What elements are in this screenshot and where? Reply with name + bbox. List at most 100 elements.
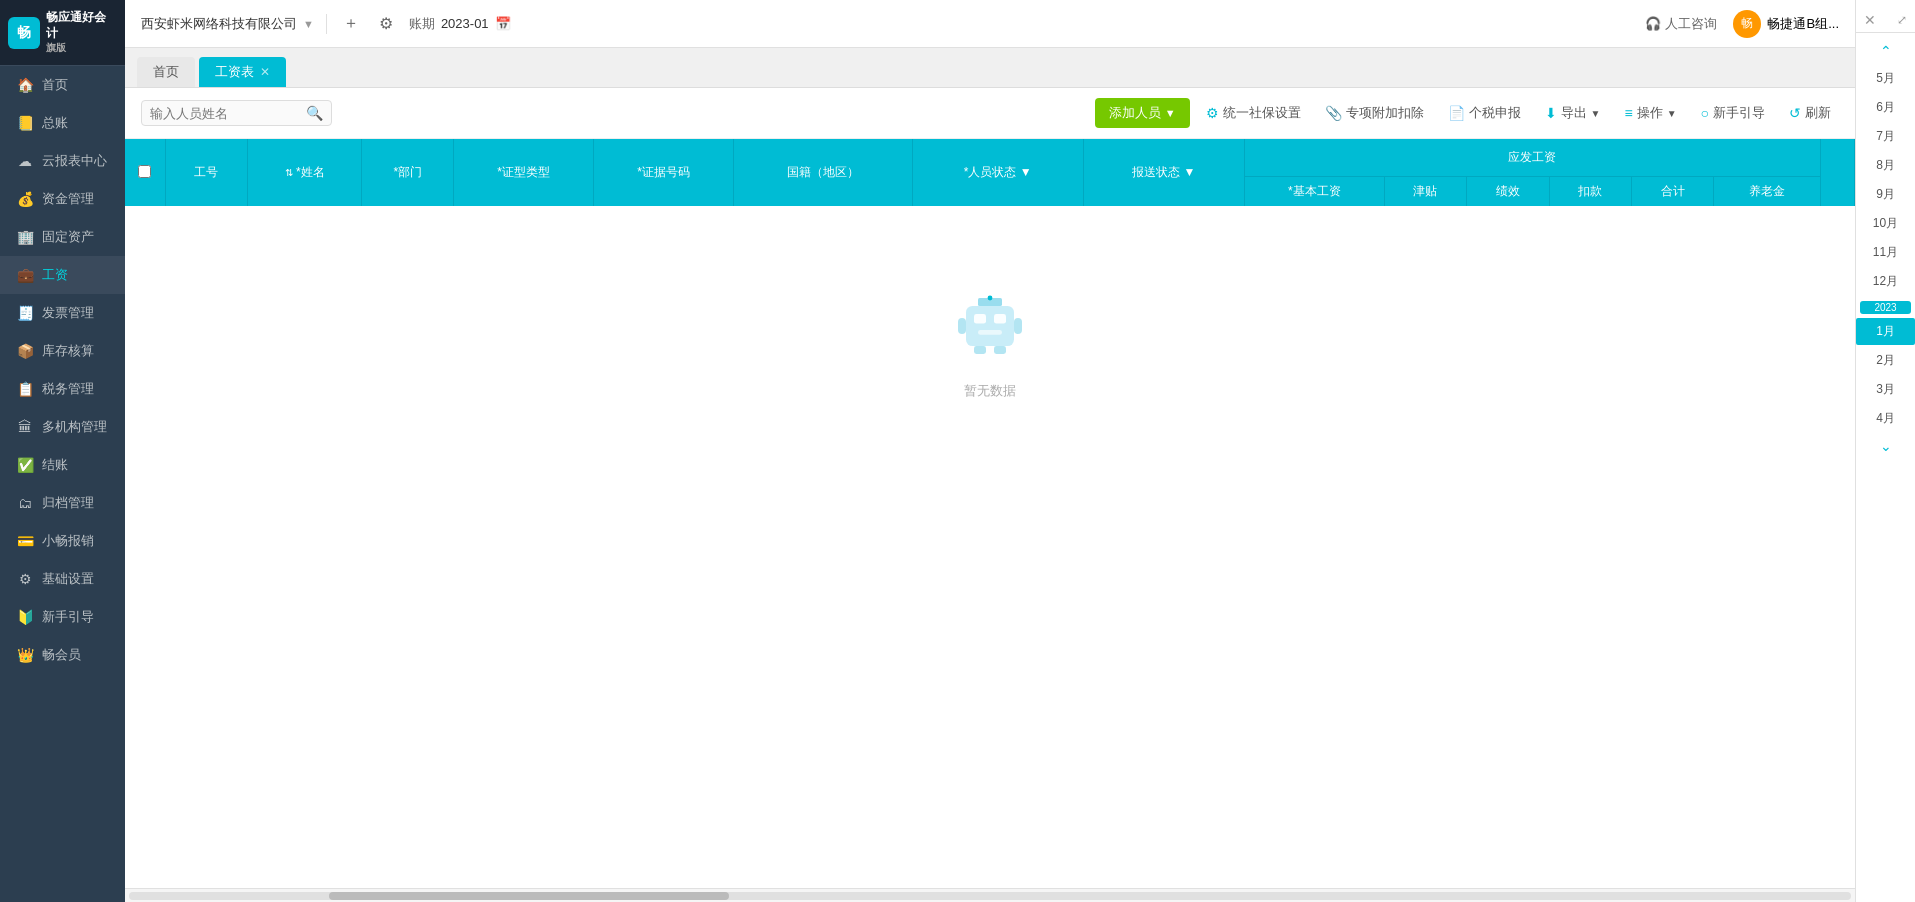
empty-icon	[950, 286, 1030, 366]
month-8[interactable]: 8月	[1856, 152, 1915, 179]
sidebar-item-fund[interactable]: 💰 资金管理	[0, 180, 125, 218]
th-deduction-label: 扣款	[1578, 184, 1602, 198]
th-performance-label: 绩效	[1496, 184, 1520, 198]
service-label: 人工咨询	[1665, 15, 1717, 33]
app-subtitle: 旗版	[46, 41, 117, 55]
horizontal-scrollbar[interactable]	[125, 888, 1855, 902]
service-button[interactable]: 🎧 人工咨询	[1645, 15, 1717, 33]
select-all-header[interactable]	[125, 139, 165, 206]
sidebar-item-cloud-report[interactable]: ☁ 云报表中心	[0, 142, 125, 180]
sidebar-item-home[interactable]: 🏠 首页	[0, 66, 125, 104]
tabbar: 首页 工资表 ✕	[125, 48, 1855, 88]
th-total: 合计	[1631, 177, 1713, 207]
sidebar-item-member[interactable]: 👑 畅会员	[0, 636, 125, 674]
sidebar-item-closing[interactable]: ✅ 结账	[0, 446, 125, 484]
operations-action[interactable]: ≡ 操作 ▼	[1616, 100, 1684, 126]
export-icon: ⬇	[1545, 105, 1557, 121]
empty-state: 暂无数据	[125, 206, 1855, 480]
svg-rect-7	[1014, 318, 1022, 334]
th-nationality: 国籍（地区）	[734, 139, 913, 206]
sidebar-item-expense[interactable]: 💳 小畅报销	[0, 522, 125, 560]
sidebar-item-archive[interactable]: 🗂 归档管理	[0, 484, 125, 522]
sidebar-item-fixed-assets[interactable]: 🏢 固定资产	[0, 218, 125, 256]
expense-icon: 💳	[16, 533, 34, 549]
month-9[interactable]: 9月	[1856, 181, 1915, 208]
sidebar-item-label: 云报表中心	[42, 152, 107, 170]
month-11[interactable]: 11月	[1856, 239, 1915, 266]
th-report-label: 报送状态	[1132, 165, 1180, 179]
month-5[interactable]: 5月	[1856, 65, 1915, 92]
settings-company-button[interactable]: ⚙	[375, 10, 397, 37]
month-4[interactable]: 4月	[1856, 405, 1915, 432]
svg-rect-2	[994, 314, 1006, 324]
scrollbar-thumb[interactable]	[329, 892, 729, 900]
tab-close-icon[interactable]: ✕	[260, 65, 270, 79]
sidebar-item-multi-org[interactable]: 🏛 多机构管理	[0, 408, 125, 446]
headset-icon: 🎧	[1645, 16, 1661, 31]
guide-action[interactable]: ○ 新手引导	[1693, 100, 1773, 126]
tax-report-action[interactable]: 📄 个税申报	[1440, 100, 1529, 126]
tab-home[interactable]: 首页	[137, 57, 195, 87]
export-action[interactable]: ⬇ 导出 ▼	[1537, 100, 1609, 126]
social-settings-action[interactable]: ⚙ 统一社保设置	[1198, 100, 1309, 126]
search-box[interactable]: 🔍	[141, 100, 332, 126]
main-area: 西安虾米网络科技有限公司 ▼ ＋ ⚙ 账期 2023-01 📅 🎧 人工咨询 畅…	[125, 0, 1855, 902]
sidebar-item-label: 税务管理	[42, 380, 94, 398]
month-down-arrow[interactable]: ⌄	[1876, 434, 1896, 458]
sidebar-item-invoice[interactable]: 🧾 发票管理	[0, 294, 125, 332]
app-logo: 畅 畅应通好会计 旗版	[0, 0, 125, 66]
tax-report-icon: 📄	[1448, 105, 1465, 121]
select-all-checkbox[interactable]	[138, 165, 151, 178]
archive-icon: 🗂	[16, 495, 34, 511]
user-menu[interactable]: 畅 畅捷通B组...	[1733, 10, 1839, 38]
month-1-current[interactable]: 1月	[1856, 318, 1915, 345]
table-header-row-1: 工号 ⇅ *姓名 *部门 *证型类型 *证据号码	[125, 139, 1855, 177]
th-report-status[interactable]: 报送状态 ▼	[1083, 139, 1244, 206]
month-6[interactable]: 6月	[1856, 94, 1915, 121]
th-employee-id-label: 工号	[194, 165, 218, 179]
operations-icon: ≡	[1624, 105, 1632, 121]
sidebar-item-settings[interactable]: ⚙ 基础设置	[0, 560, 125, 598]
th-employee-id: 工号	[165, 139, 247, 206]
th-id-num-label: *证据号码	[637, 165, 690, 179]
payroll-table: 工号 ⇅ *姓名 *部门 *证型类型 *证据号码	[125, 139, 1855, 480]
month-2[interactable]: 2月	[1856, 347, 1915, 374]
month-3[interactable]: 3月	[1856, 376, 1915, 403]
sidebar-item-ledger[interactable]: 📒 总账	[0, 104, 125, 142]
th-status[interactable]: *人员状态 ▼	[912, 139, 1083, 206]
logo-icon: 畅	[8, 17, 40, 49]
accounting-period: 账期 2023-01 📅	[409, 15, 511, 33]
sidebar-item-tax[interactable]: 📋 税务管理	[0, 370, 125, 408]
company-selector[interactable]: 西安虾米网络科技有限公司 ▼	[141, 15, 314, 33]
filter-status-icon: ▼	[1020, 165, 1032, 179]
svg-rect-0	[966, 306, 1014, 346]
th-id-type-label: *证型类型	[497, 165, 550, 179]
sidebar-item-inventory[interactable]: 📦 库存核算	[0, 332, 125, 370]
close-panel-icon[interactable]: ✕	[1864, 12, 1876, 28]
sidebar-item-label: 归档管理	[42, 494, 94, 512]
th-name[interactable]: ⇅ *姓名	[247, 139, 362, 206]
special-deduction-action[interactable]: 📎 专项附加扣除	[1317, 100, 1432, 126]
month-10[interactable]: 10月	[1856, 210, 1915, 237]
sidebar-item-guide[interactable]: 🔰 新手引导	[0, 598, 125, 636]
svg-rect-3	[978, 330, 1002, 335]
empty-cell: 暂无数据	[125, 206, 1855, 480]
tab-payroll-table[interactable]: 工资表 ✕	[199, 57, 286, 87]
month-7[interactable]: 7月	[1856, 123, 1915, 150]
assets-icon: 🏢	[16, 229, 34, 245]
month-up-arrow[interactable]: ⌃	[1876, 39, 1896, 63]
month-12[interactable]: 12月	[1856, 268, 1915, 295]
sidebar: 畅 畅应通好会计 旗版 🏠 首页 📒 总账 ☁ 云报表中心 💰 资金管理 🏢 固…	[0, 0, 125, 902]
topbar-divider-1	[326, 14, 327, 34]
search-icon: 🔍	[306, 105, 323, 121]
company-name: 西安虾米网络科技有限公司	[141, 15, 297, 33]
refresh-action[interactable]: ↺ 刷新	[1781, 100, 1839, 126]
add-company-button[interactable]: ＋	[339, 9, 363, 38]
add-person-button[interactable]: 添加人员 ▼	[1095, 98, 1190, 128]
sidebar-item-payroll[interactable]: 💼 工资	[0, 256, 125, 294]
calendar-icon[interactable]: 📅	[495, 16, 511, 31]
expand-panel-icon[interactable]: ⤢	[1897, 13, 1907, 27]
refresh-icon: ↺	[1789, 105, 1801, 121]
search-input[interactable]	[150, 106, 300, 121]
empty-text: 暂无数据	[964, 382, 1016, 400]
